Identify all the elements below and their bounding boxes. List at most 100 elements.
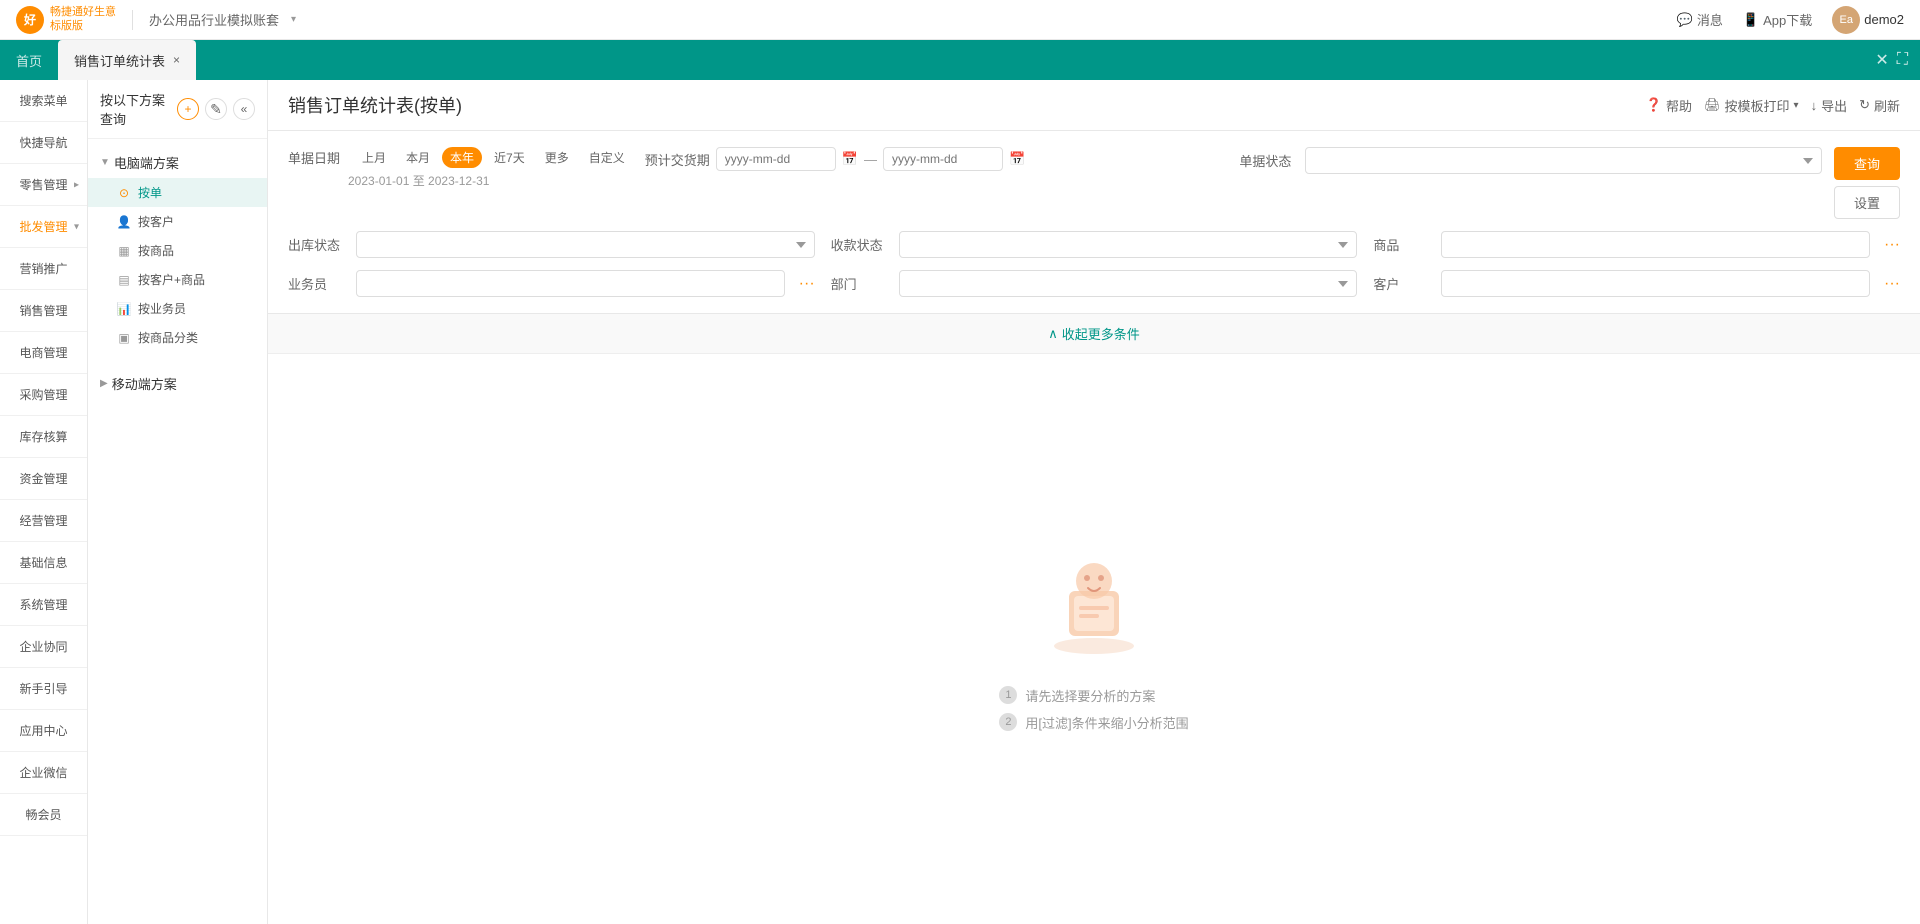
message-label: 消息	[1697, 10, 1723, 29]
payment-status-label: 收款状态	[831, 235, 891, 254]
edit-scheme-btn[interactable]: ✎	[205, 98, 227, 120]
salesperson-cell: 业务员 ···	[288, 270, 815, 297]
more-date-btn[interactable]: 更多	[537, 147, 577, 168]
by-order-icon: ⊙	[116, 185, 132, 201]
help-action[interactable]: ❓ 帮助	[1646, 96, 1692, 115]
refresh-action[interactable]: ↻ 刷新	[1859, 96, 1900, 115]
sidebar-item-search-menu[interactable]: 搜索菜单	[0, 80, 87, 122]
by-customer-icon: 👤	[116, 214, 132, 230]
sidebar-item-corp-wechat[interactable]: 企业微信	[0, 752, 87, 794]
empty-tip-2: 2 用[过滤]条件来缩小分析范围	[999, 713, 1188, 732]
left-panel-title: 按以下方案查询	[100, 90, 177, 128]
out-status-select[interactable]	[356, 231, 815, 258]
sidebar-item-purchase[interactable]: 采购管理	[0, 374, 87, 416]
by-category-icon: ▣	[116, 330, 132, 346]
sidebar-item-wholesale[interactable]: 批发管理	[0, 206, 87, 248]
help-icon: ❓	[1646, 97, 1662, 113]
out-status-cell: 出库状态	[288, 231, 815, 258]
message-action[interactable]: 💬 消息	[1677, 10, 1723, 29]
department-cell: 部门	[831, 270, 1358, 297]
date-shortcuts: 上月 本月 本年 近7天 更多 自定义	[354, 147, 633, 168]
delivery-date-end-input[interactable]	[883, 147, 1003, 171]
tree-group-mobile[interactable]: ▶ 移动端方案	[88, 368, 267, 399]
goods-dots[interactable]: ···	[1884, 236, 1900, 254]
empty-state: 1 请先选择要分析的方案 2 用[过滤]条件来缩小分析范围	[268, 354, 1920, 924]
sidebar-item-ops[interactable]: 经营管理	[0, 500, 87, 542]
user-profile[interactable]: Ea demo2	[1832, 6, 1904, 34]
tree-group-pc[interactable]: ▼ 电脑端方案	[88, 147, 267, 178]
top-bar-right: 💬 消息 📱 App下载 Ea demo2	[1677, 6, 1904, 34]
tree-item-by-product[interactable]: ▦ 按商品	[88, 236, 267, 265]
sidebar-item-membership[interactable]: 畅会员	[0, 794, 87, 836]
last7-btn[interactable]: 近7天	[486, 147, 533, 168]
sidebar-item-quick-nav[interactable]: 快捷导航	[0, 122, 87, 164]
add-scheme-btn[interactable]: +	[177, 98, 199, 120]
tree-item-by-category[interactable]: ▣ 按商品分类	[88, 323, 267, 352]
sidebar-item-sales[interactable]: 销售管理	[0, 290, 87, 332]
tab-order-stats[interactable]: 销售订单统计表 ×	[58, 40, 196, 80]
customer-cell: 客户 ···	[1373, 270, 1900, 297]
tab-expand-btn[interactable]: ⛶	[1897, 51, 1908, 69]
collapse-conditions-btn[interactable]: ∧ 收起更多条件	[1048, 324, 1140, 343]
department-select[interactable]	[899, 270, 1358, 297]
sidebar-item-finance[interactable]: 资金管理	[0, 458, 87, 500]
breadcrumb-dropdown-icon[interactable]: ▾	[291, 14, 296, 25]
sidebar-item-sys[interactable]: 系统管理	[0, 584, 87, 626]
salesperson-dots[interactable]: ···	[799, 275, 815, 293]
customer-dots[interactable]: ···	[1884, 275, 1900, 293]
by-product-icon: ▦	[116, 243, 132, 259]
tree-item-by-salesperson[interactable]: 📊 按业务员	[88, 294, 267, 323]
order-status-select[interactable]	[1305, 147, 1822, 174]
app-download-action[interactable]: 📱 App下载	[1743, 10, 1812, 29]
delivery-date-start-input[interactable]	[716, 147, 836, 171]
tree-item-by-cust-prod[interactable]: ▤ 按客户+商品	[88, 265, 267, 294]
tab-close-window-btn[interactable]: ✕	[1875, 50, 1888, 70]
sidebar-item-inventory[interactable]: 库存核算	[0, 416, 87, 458]
sidebar-item-corp-collab[interactable]: 企业协同	[0, 626, 87, 668]
collapse-panel-btn[interactable]: «	[233, 98, 255, 120]
top-bar-left: 好 畅捷通好生意 标版版 办公用品行业模拟账套 ▾	[16, 6, 296, 34]
settings-btn[interactable]: 设置	[1834, 186, 1900, 219]
tree-expand-icon: ▼	[100, 157, 110, 168]
sidebar-item-ecom[interactable]: 电商管理	[0, 332, 87, 374]
customer-input[interactable]	[1441, 270, 1870, 297]
logo-text: 畅捷通好生意 标版版	[50, 6, 116, 32]
goods-label: 商品	[1373, 235, 1433, 254]
user-name: demo2	[1864, 12, 1904, 27]
calendar-start-icon[interactable]: 📅	[842, 151, 858, 167]
goods-cell: 商品 ···	[1373, 231, 1900, 258]
tab-home[interactable]: 首页	[0, 40, 58, 80]
logo: 好 畅捷通好生意 标版版	[16, 6, 116, 34]
sidebar-item-app-center[interactable]: 应用中心	[0, 710, 87, 752]
divider	[132, 10, 133, 30]
breadcrumb-text: 办公用品行业模拟账套	[149, 10, 279, 29]
order-status-label: 单据状态	[1239, 151, 1299, 170]
out-status-label: 出库状态	[288, 235, 348, 254]
by-cust-prod-icon: ▤	[116, 272, 132, 288]
last-month-btn[interactable]: 上月	[354, 147, 394, 168]
sidebar-item-retail[interactable]: 零售管理	[0, 164, 87, 206]
app-download-label: App下载	[1763, 10, 1812, 29]
payment-status-select[interactable]	[899, 231, 1358, 258]
calendar-end-icon[interactable]: 📅	[1009, 151, 1025, 167]
logo-icon: 好	[16, 6, 44, 34]
this-month-btn[interactable]: 本月	[398, 147, 438, 168]
sidebar-item-new-guide[interactable]: 新手引导	[0, 668, 87, 710]
expected-delivery-label: 预计交货期	[645, 150, 710, 169]
top-bar: 好 畅捷通好生意 标版版 办公用品行业模拟账套 ▾ 💬 消息 📱 App下载 E…	[0, 0, 1920, 40]
tab-close-icon[interactable]: ×	[173, 53, 180, 67]
this-year-btn[interactable]: 本年	[442, 147, 482, 168]
payment-status-cell: 收款状态	[831, 231, 1358, 258]
salesperson-input[interactable]	[356, 270, 785, 297]
custom-date-btn[interactable]: 自定义	[581, 147, 633, 168]
tree-item-by-order[interactable]: ⊙ 按单	[88, 178, 267, 207]
query-btn[interactable]: 查询	[1834, 147, 1900, 180]
sidebar-item-base-info[interactable]: 基础信息	[0, 542, 87, 584]
message-icon: 💬	[1677, 12, 1693, 28]
export-action[interactable]: ↓ 导出	[1811, 96, 1848, 115]
template-print-action[interactable]: 🖨 按模板打印 ▾	[1704, 96, 1799, 115]
sidebar-item-marketing[interactable]: 营销推广	[0, 248, 87, 290]
tree-item-by-customer[interactable]: 👤 按客户	[88, 207, 267, 236]
action-buttons: 查询 设置	[1834, 147, 1900, 219]
goods-input[interactable]	[1441, 231, 1870, 258]
